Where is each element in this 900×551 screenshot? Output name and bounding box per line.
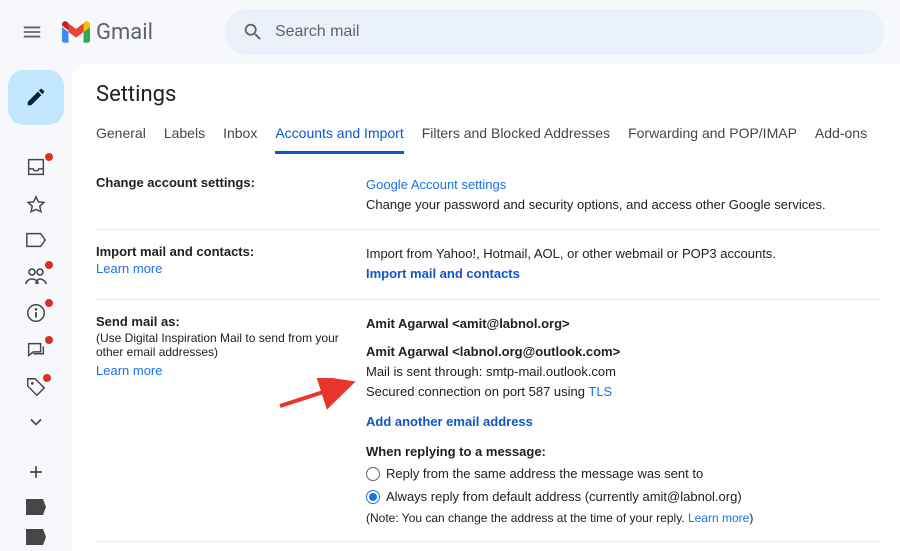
reply-from-default-radio[interactable] (366, 490, 380, 504)
sidebar-item-inbox[interactable] (23, 155, 49, 180)
hamburger-icon (21, 21, 43, 43)
send-as-address-primary: Amit Agarwal <amit@labnol.org> (366, 314, 880, 334)
label-filled-icon (26, 529, 46, 545)
sidebar-item-custom-label-2[interactable] (26, 529, 46, 545)
sidebar-item-starred[interactable] (23, 192, 49, 217)
app-header: Gmail (0, 0, 900, 64)
tab-labels[interactable]: Labels (164, 119, 205, 154)
section-check-mail: Check mail from other accounts: Learn mo… (96, 542, 880, 551)
settings-tabs: General Labels Inbox Accounts and Import… (96, 119, 880, 155)
search-bar[interactable] (225, 9, 884, 55)
search-icon (242, 21, 264, 43)
when-replying-title: When replying to a message: (366, 442, 880, 462)
search-input[interactable] (273, 22, 876, 42)
label-filled-icon (26, 499, 46, 515)
reply-from-same-radio[interactable] (366, 467, 380, 481)
note-learn-more-link[interactable]: Learn more (688, 511, 749, 525)
change-account-desc: Change your password and security option… (366, 197, 826, 212)
search-button[interactable] (233, 12, 273, 52)
sidebar-item-info[interactable] (23, 301, 49, 326)
sidebar (0, 64, 72, 551)
reply-opt-2: Always reply from default address (curre… (386, 487, 742, 507)
gmail-logo-icon (62, 21, 90, 43)
section-title: Change account settings: (96, 175, 356, 190)
tab-addons[interactable]: Add-ons (815, 119, 867, 154)
google-account-settings-link[interactable]: Google Account settings (366, 177, 506, 192)
section-import-mail: Import mail and contacts: Learn more Imp… (96, 230, 880, 299)
tab-filters[interactable]: Filters and Blocked Addresses (422, 119, 610, 154)
note-prefix: (Note: You can change the address at the… (366, 511, 688, 525)
send-as-smtp: Mail is sent through: smtp-mail.outlook.… (366, 362, 880, 382)
section-change-account: Change account settings: Google Account … (96, 157, 880, 230)
unread-dot (45, 261, 53, 269)
reply-opt-1: Reply from the same address the message … (386, 464, 703, 484)
send-as-secured-prefix: Secured connection on port 587 using (366, 384, 588, 399)
import-mail-action-link[interactable]: Import mail and contacts (366, 266, 520, 281)
tab-inbox[interactable]: Inbox (223, 119, 257, 154)
label-icon (25, 231, 47, 249)
send-as-sub: (Use Digital Inspiration Mail to send fr… (96, 331, 356, 359)
chat-icon (25, 340, 47, 362)
tab-accounts-and-import[interactable]: Accounts and Import (275, 119, 403, 154)
note-suffix: ) (749, 511, 753, 525)
star-icon (25, 194, 47, 216)
app-name: Gmail (96, 20, 153, 45)
section-title: Import mail and contacts: (96, 244, 356, 259)
sidebar-item-custom-label-1[interactable] (26, 499, 46, 515)
people-icon (24, 266, 48, 286)
inbox-icon (25, 156, 47, 178)
sidebar-item-tag[interactable] (25, 376, 47, 398)
unread-dot (45, 153, 53, 161)
compose-button[interactable] (8, 70, 64, 125)
sidebar-item-more[interactable] (23, 410, 49, 435)
sidebar-item-chat[interactable] (23, 338, 49, 363)
chevron-down-icon (26, 412, 46, 432)
unread-dot (45, 336, 53, 344)
sidebar-item-label[interactable] (25, 230, 47, 252)
settings-sections: Change account settings: Google Account … (96, 157, 880, 551)
unread-dot (45, 299, 53, 307)
tab-forwarding[interactable]: Forwarding and POP/IMAP (628, 119, 797, 154)
unread-dot (43, 374, 51, 382)
info-icon (25, 302, 47, 324)
section-send-mail-as: Send mail as: (Use Digital Inspiration M… (96, 300, 880, 543)
tls-link[interactable]: TLS (588, 384, 612, 399)
add-another-email-link[interactable]: Add another email address (366, 414, 533, 429)
import-learn-more-link[interactable]: Learn more (96, 261, 162, 276)
sidebar-item-groups[interactable] (23, 263, 49, 288)
gmail-logo[interactable]: Gmail (62, 20, 153, 45)
send-as-learn-more-link[interactable]: Learn more (96, 363, 162, 378)
tab-general[interactable]: General (96, 119, 146, 154)
send-as-address-secondary: Amit Agarwal <labnol.org@outlook.com> (366, 342, 880, 362)
pencil-icon (25, 86, 47, 108)
plus-icon (26, 462, 46, 482)
settings-panel: Settings General Labels Inbox Accounts a… (72, 64, 900, 551)
main-menu-button[interactable] (12, 12, 52, 52)
sidebar-item-create-label[interactable] (23, 459, 49, 485)
section-title: Send mail as: (96, 314, 356, 329)
page-title: Settings (96, 82, 880, 107)
import-desc: Import from Yahoo!, Hotmail, AOL, or oth… (366, 246, 776, 261)
